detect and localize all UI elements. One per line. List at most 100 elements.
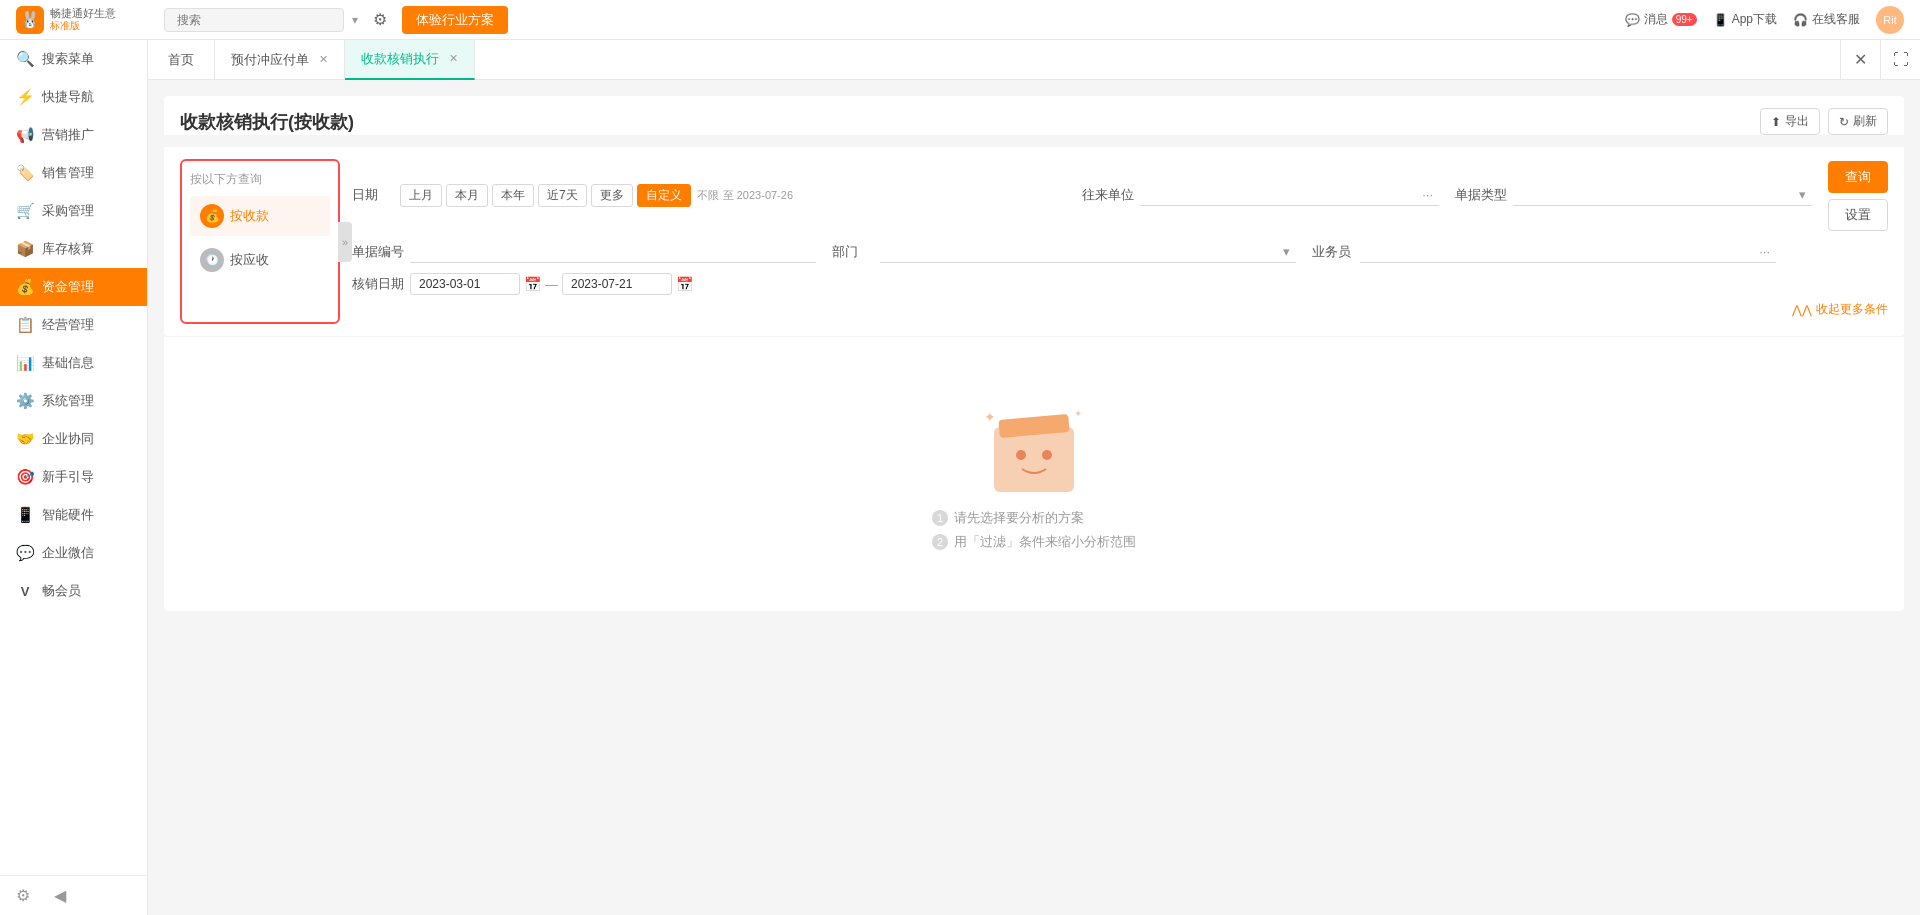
message-button[interactable]: 💬 消息 99+ [1625, 11, 1697, 28]
dept-label: 部门 [832, 243, 874, 261]
sidebar-item-system[interactable]: ⚙️ 系统管理 [0, 382, 147, 420]
app-download-label: App下载 [1732, 11, 1777, 28]
verify-date-end-input[interactable] [562, 273, 672, 295]
sidebar-collapse-btn[interactable]: ◀ [54, 886, 66, 905]
sidebar-item-basic[interactable]: 📊 基础信息 [0, 344, 147, 382]
sidebar-item-wecom[interactable]: 💬 企业微信 [0, 534, 147, 572]
tab-verify[interactable]: 收款核销执行 ✕ [345, 40, 475, 80]
dept-select[interactable]: ▾ [880, 241, 1296, 263]
filter-wrapper: 按以下方查询 💰 按收款 🕐 按应收 » [164, 147, 1904, 336]
tab-prepay[interactable]: 预付冲应付单 ✕ [215, 40, 345, 80]
sidebar-item-quicknav[interactable]: ⚡ 快捷导航 [0, 78, 147, 116]
industry-button[interactable]: 体验行业方案 [402, 6, 508, 34]
page-title-row: 收款核销执行(按收款) ⬆ 导出 ↻ 刷新 [180, 108, 1888, 135]
search-chevron-icon[interactable]: ▾ [352, 13, 358, 27]
logo-text: 畅捷通好生意 标准版 [50, 7, 116, 32]
wecom-icon: 💬 [16, 544, 34, 562]
date-btn-7days[interactable]: 近7天 [538, 184, 587, 207]
voucherno-input[interactable] [410, 241, 816, 263]
verify-date-end-calendar-icon[interactable]: 📅 [676, 276, 693, 292]
date-btn-custom[interactable]: 自定义 [637, 184, 691, 207]
sidebar-item-guide[interactable]: 🎯 新手引导 [0, 458, 147, 496]
tab-prepay-close-icon[interactable]: ✕ [319, 53, 328, 66]
sidebar-item-member[interactable]: V 畅会员 [0, 572, 147, 610]
query-button[interactable]: 查询 [1828, 161, 1888, 193]
message-label: 消息 [1644, 11, 1668, 28]
voucherno-field: 单据编号 [352, 241, 816, 263]
sidebar-item-finance[interactable]: 💰 资金管理 [0, 268, 147, 306]
basic-icon: 📊 [16, 354, 34, 372]
sidebar-label-purchase: 采购管理 [42, 202, 94, 220]
gear-button[interactable]: ⚙ [366, 6, 394, 34]
tab-verify-close-icon[interactable]: ✕ [449, 52, 458, 65]
sidebar-settings-btn[interactable]: ⚙ [16, 886, 30, 905]
date-to-text: 至 2023-07-26 [723, 188, 793, 203]
sidebar-item-collab[interactable]: 🤝 企业协同 [0, 420, 147, 458]
date-btn-more[interactable]: 更多 [591, 184, 633, 207]
empty-state: ✦ ✦ 1 请先选择要分析的方案 2 用「过滤」条件来缩小分析范围 [164, 337, 1904, 611]
tab-expand-button[interactable]: ⛶ [1880, 40, 1920, 80]
tabs-right: ✕ ⛶ [1840, 40, 1920, 80]
collapse-conditions-btn[interactable]: ⋀⋀ 收起更多条件 [352, 295, 1888, 324]
empty-tip-1: 请先选择要分析的方案 [954, 509, 1084, 527]
voucherno-label: 单据编号 [352, 243, 404, 261]
guide-icon: 🎯 [16, 468, 34, 486]
date-btn-thismonth[interactable]: 本月 [446, 184, 488, 207]
app-icon: 📱 [1713, 13, 1728, 27]
sidebar-label-hardware: 智能硬件 [42, 506, 94, 524]
setting-button[interactable]: 设置 [1828, 199, 1888, 231]
sidebar-item-operation[interactable]: 📋 经营管理 [0, 306, 147, 344]
empty-line-2: 2 用「过滤」条件来缩小分析范围 [932, 533, 1136, 551]
member-icon: V [16, 584, 34, 599]
sidebar-item-hardware[interactable]: 📱 智能硬件 [0, 496, 147, 534]
page-title: 收款核销执行(按收款) [180, 110, 354, 134]
filter-collapse-btn[interactable]: » [338, 222, 352, 262]
verify-date-start-input[interactable] [410, 273, 520, 295]
filter-left-panel: 按以下方查询 💰 按收款 🕐 按应收 » [180, 159, 340, 324]
verify-date-start-calendar-icon[interactable]: 📅 [524, 276, 541, 292]
search-input[interactable] [164, 8, 344, 32]
sidebar-label-finance: 资金管理 [42, 278, 94, 296]
sidebar-item-marketing[interactable]: 📢 营销推广 [0, 116, 147, 154]
counterparty-select[interactable]: ··· [1140, 184, 1439, 206]
empty-svg: ✦ ✦ [974, 397, 1094, 497]
message-icon: 💬 [1625, 13, 1640, 27]
sidebar-label-inventory: 库存核算 [42, 240, 94, 258]
counterparty-field: 往来单位 ··· [1082, 184, 1439, 206]
filter-mode-receivable[interactable]: 🕐 按应收 [190, 240, 330, 280]
tab-close-button[interactable]: ✕ [1840, 40, 1880, 80]
empty-illustration: ✦ ✦ [974, 397, 1094, 497]
verify-date-label: 核销日期 [352, 275, 404, 293]
refresh-button[interactable]: ↻ 刷新 [1828, 108, 1888, 135]
staff-select[interactable]: ··· [1360, 241, 1776, 263]
page-header: 收款核销执行(按收款) ⬆ 导出 ↻ 刷新 [164, 96, 1904, 135]
avatar[interactable]: Rit [1876, 6, 1904, 34]
svg-text:✦: ✦ [1074, 408, 1082, 419]
collapse-conditions-label: 收起更多条件 [1816, 301, 1888, 318]
app-download-button[interactable]: 📱 App下载 [1713, 11, 1777, 28]
online-service-button[interactable]: 🎧 在线客服 [1793, 11, 1860, 28]
message-badge: 99+ [1672, 13, 1697, 26]
sidebar-item-inventory[interactable]: 📦 库存核算 [0, 230, 147, 268]
verify-date-field: 核销日期 📅 — 📅 [352, 273, 1048, 295]
tab-home[interactable]: 首页 [148, 40, 215, 80]
dept-field: 部门 ▾ [832, 241, 1296, 263]
date-btn-thisyear[interactable]: 本年 [492, 184, 534, 207]
dept-chevron-icon: ▾ [1283, 244, 1290, 259]
filter-rows: 日期 上月 本月 本年 近7天 更多 自定义 不限 至 2023-07-26 [352, 159, 1888, 295]
export-button[interactable]: ⬆ 导出 [1760, 108, 1820, 135]
sidebar-label-member: 畅会员 [42, 582, 81, 600]
service-icon: 🎧 [1793, 13, 1808, 27]
staff-field: 业务员 ··· [1312, 241, 1776, 263]
staff-label: 业务员 [1312, 243, 1354, 261]
vouchertype-select[interactable]: ▾ [1513, 184, 1812, 206]
svg-point-3 [1042, 450, 1052, 460]
sidebar-item-sales[interactable]: 🏷️ 销售管理 [0, 154, 147, 192]
filter-panel-title: 按以下方查询 [190, 171, 330, 188]
sidebar-item-purchase[interactable]: 🛒 采购管理 [0, 192, 147, 230]
filter-mode-receipt[interactable]: 💰 按收款 [190, 196, 330, 236]
tab-prepay-label: 预付冲应付单 [231, 51, 309, 69]
sidebar-item-search[interactable]: 🔍 搜索菜单 [0, 40, 147, 78]
date-btn-lastmonth[interactable]: 上月 [400, 184, 442, 207]
sidebar-bottom: ⚙ ◀ [0, 875, 147, 915]
